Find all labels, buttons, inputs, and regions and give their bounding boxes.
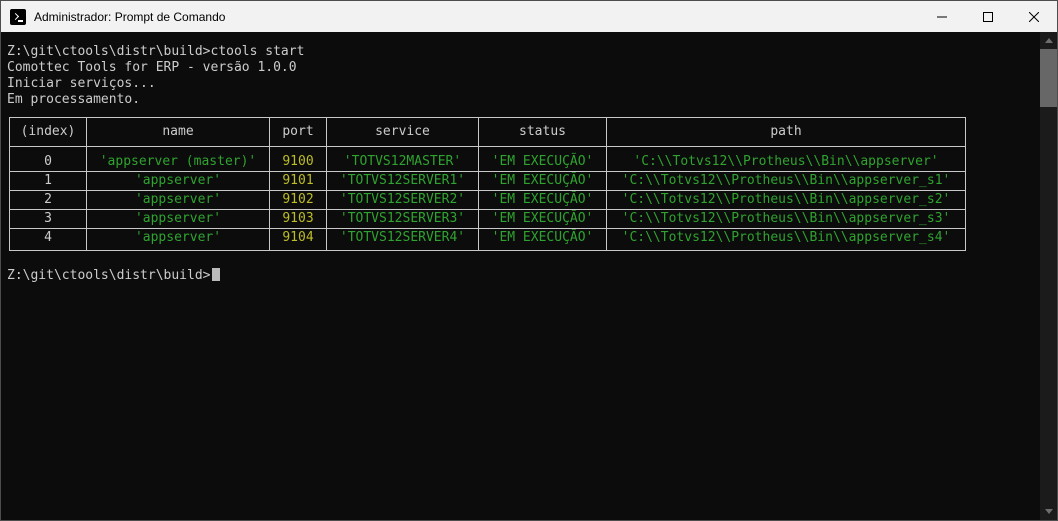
maximize-icon bbox=[983, 11, 993, 22]
cell-index: 2 bbox=[9, 190, 87, 210]
header-name: name bbox=[86, 117, 270, 147]
cell-name: 'appserver' bbox=[86, 228, 270, 251]
title-bar-left: Administrador: Prompt de Comando bbox=[1, 8, 226, 25]
prompt-line[interactable]: Z:\git\ctools\distr\build> bbox=[7, 268, 1035, 284]
cell-status: 'EM EXECUÇÃO' bbox=[478, 228, 607, 251]
cell-name: 'appserver' bbox=[86, 209, 270, 229]
cell-service: 'TOTVS12SERVER1' bbox=[326, 171, 479, 191]
window-controls bbox=[919, 1, 1057, 32]
cell-path: 'C:\\Totvs12\\Protheus\\Bin\\appserver' bbox=[606, 146, 966, 172]
table-row: 0 'appserver (master)' 9100 'TOTVS12MAST… bbox=[9, 146, 966, 172]
console-line: Z:\git\ctools\distr\build>ctools start bbox=[7, 44, 305, 59]
cell-status: 'EM EXECUÇÃO' bbox=[478, 190, 607, 210]
cell-index: 1 bbox=[9, 171, 87, 191]
cell-service: 'TOTVS12SERVER3' bbox=[326, 209, 479, 229]
cell-path: 'C:\\Totvs12\\Protheus\\Bin\\appserver_s… bbox=[606, 209, 966, 229]
text-cursor bbox=[211, 268, 220, 281]
cell-index: 3 bbox=[9, 209, 87, 229]
prompt-text: Z:\git\ctools\distr\build> bbox=[7, 268, 211, 283]
header-status: status bbox=[478, 117, 607, 147]
table-row: 2 'appserver' 9102 'TOTVS12SERVER2' 'EM … bbox=[9, 190, 966, 210]
cell-status: 'EM EXECUÇÃO' bbox=[478, 146, 607, 172]
cell-port: 9103 bbox=[269, 209, 327, 229]
scroll-up-button[interactable] bbox=[1040, 32, 1057, 49]
cell-service: 'TOTVS12SERVER2' bbox=[326, 190, 479, 210]
cell-path: 'C:\\Totvs12\\Protheus\\Bin\\appserver_s… bbox=[606, 228, 966, 251]
cell-port: 9100 bbox=[269, 146, 327, 172]
cmd-window: Administrador: Prompt de Comando Z:\git\… bbox=[0, 0, 1058, 521]
table-row: 3 'appserver' 9103 'TOTVS12SERVER3' 'EM … bbox=[9, 209, 966, 229]
header-index: (index) bbox=[9, 117, 87, 147]
cell-name: 'appserver' bbox=[86, 171, 270, 191]
cell-status: 'EM EXECUÇÃO' bbox=[478, 171, 607, 191]
cell-port: 9101 bbox=[269, 171, 327, 191]
close-icon bbox=[1029, 11, 1039, 22]
cell-service: 'TOTVS12MASTER' bbox=[326, 146, 479, 172]
cell-status: 'EM EXECUÇÃO' bbox=[478, 209, 607, 229]
scroll-up-icon bbox=[1044, 38, 1053, 43]
close-button[interactable] bbox=[1011, 1, 1057, 32]
cmd-icon bbox=[10, 8, 26, 25]
header-service: service bbox=[326, 117, 479, 147]
scrollbar-thumb[interactable] bbox=[1040, 49, 1057, 107]
console-line: Em processamento. bbox=[7, 92, 141, 107]
console-line: Comottec Tools for ERP - versão 1.0.0 bbox=[7, 60, 297, 75]
table-header-row: (index) name port service status path bbox=[9, 117, 966, 147]
scroll-down-icon bbox=[1044, 509, 1053, 514]
minimize-button[interactable] bbox=[919, 1, 965, 32]
cell-name: 'appserver' bbox=[86, 190, 270, 210]
minimize-icon bbox=[937, 16, 947, 17]
cell-service: 'TOTVS12SERVER4' bbox=[326, 228, 479, 251]
cell-name: 'appserver (master)' bbox=[86, 146, 270, 172]
title-bar[interactable]: Administrador: Prompt de Comando bbox=[1, 1, 1057, 32]
table-row: 1 'appserver' 9101 'TOTVS12SERVER1' 'EM … bbox=[9, 171, 966, 191]
cell-index: 4 bbox=[9, 228, 87, 251]
console-scrollback: Z:\git\ctools\distr\build>ctools start C… bbox=[1, 32, 1057, 284]
vertical-scrollbar[interactable] bbox=[1040, 32, 1057, 520]
cell-port: 9102 bbox=[269, 190, 327, 210]
header-port: port bbox=[269, 117, 327, 147]
services-table: (index) name port service status path 0 … bbox=[9, 117, 966, 251]
scroll-down-button[interactable] bbox=[1040, 503, 1057, 520]
console-line: Iniciar serviços... bbox=[7, 76, 156, 91]
maximize-button[interactable] bbox=[965, 1, 1011, 32]
header-path: path bbox=[606, 117, 966, 147]
cell-path: 'C:\\Totvs12\\Protheus\\Bin\\appserver_s… bbox=[606, 171, 966, 191]
window-title: Administrador: Prompt de Comando bbox=[34, 9, 226, 24]
cell-index: 0 bbox=[9, 146, 87, 172]
cell-path: 'C:\\Totvs12\\Protheus\\Bin\\appserver_s… bbox=[606, 190, 966, 210]
cell-port: 9104 bbox=[269, 228, 327, 251]
console-area[interactable]: Z:\git\ctools\distr\build>ctools start C… bbox=[1, 32, 1057, 520]
table-row: 4 'appserver' 9104 'TOTVS12SERVER4' 'EM … bbox=[9, 228, 966, 251]
